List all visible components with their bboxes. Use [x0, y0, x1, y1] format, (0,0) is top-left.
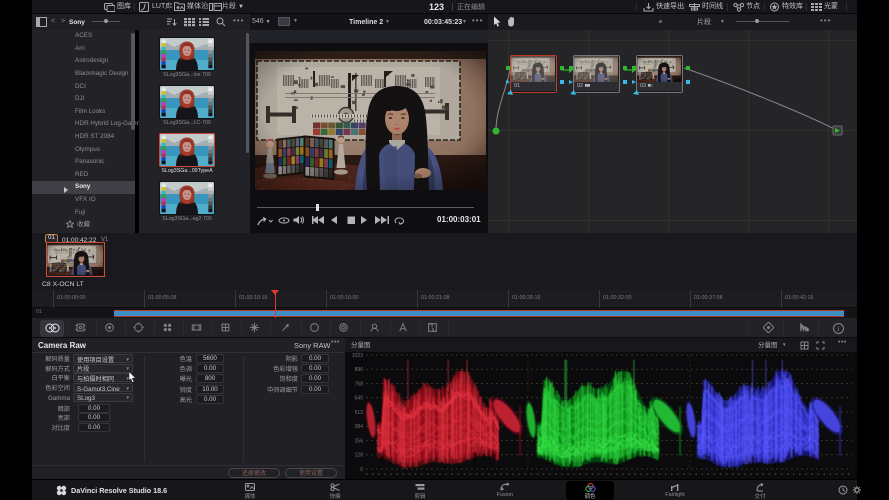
svg-text:i: i	[837, 324, 839, 333]
